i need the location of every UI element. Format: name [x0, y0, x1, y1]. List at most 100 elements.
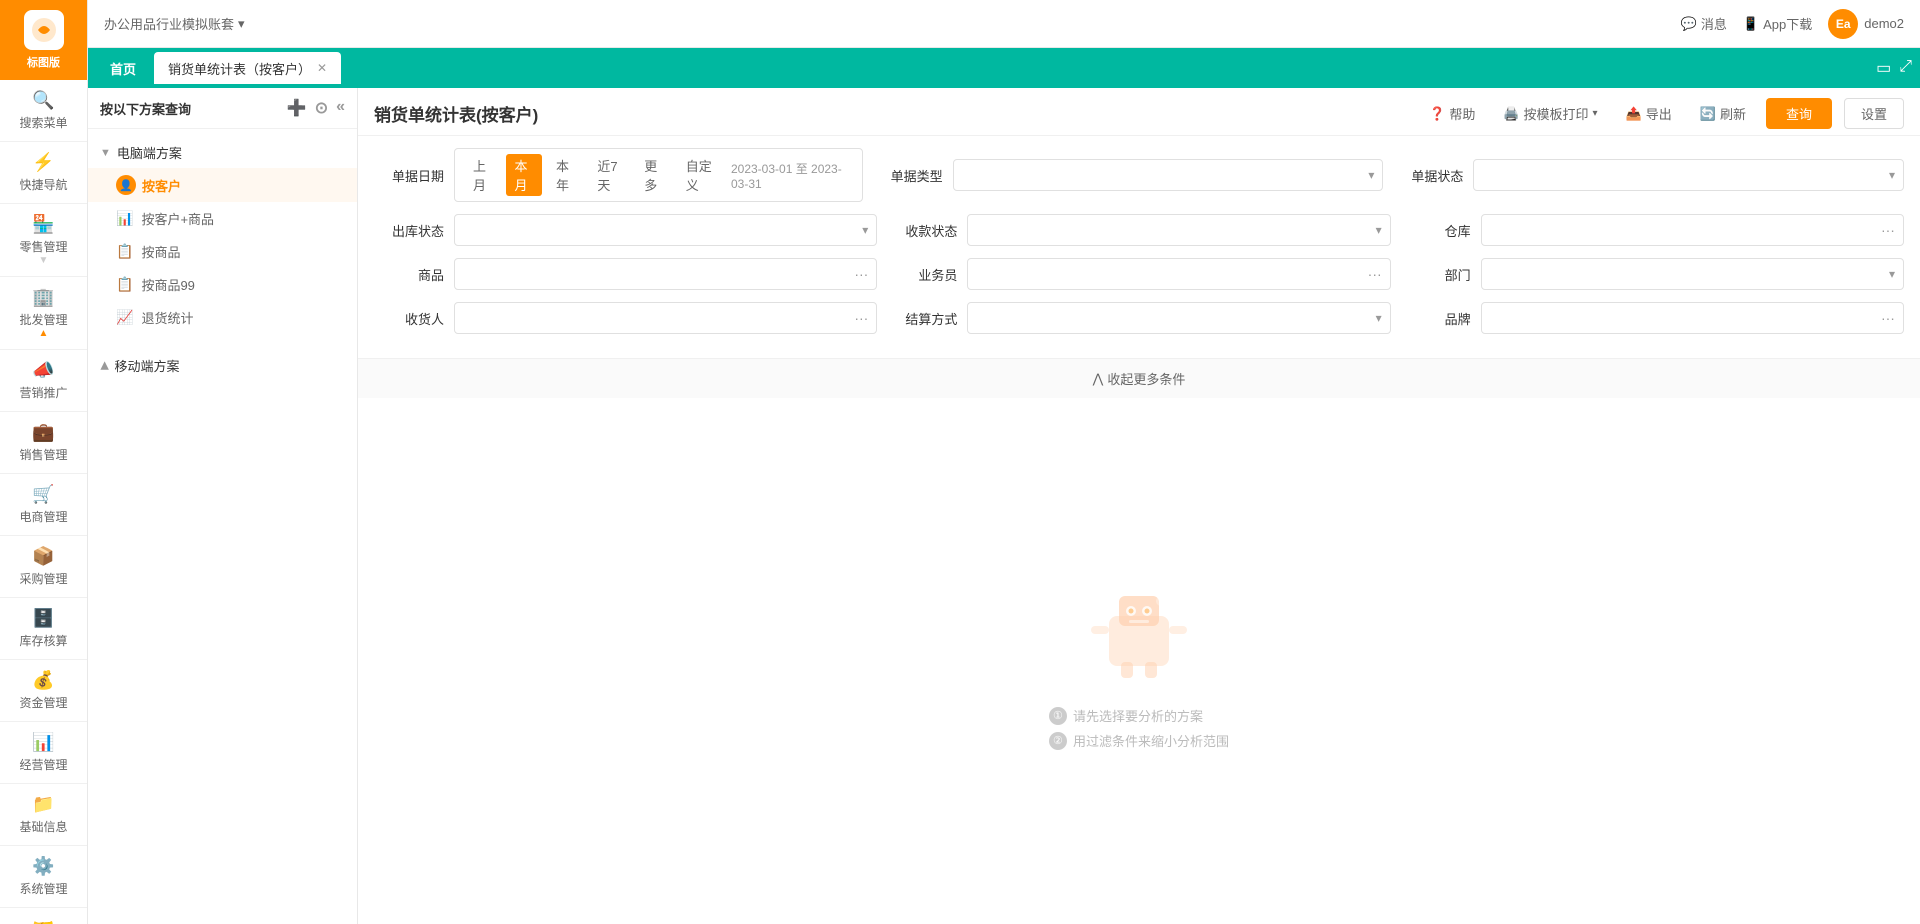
help-label: 帮助: [1449, 104, 1475, 123]
marketing-icon: 📣: [32, 360, 54, 381]
mobile-plan-label: 移动端方案: [114, 356, 179, 375]
type-dropdown-arrow: ▾: [1368, 168, 1374, 182]
receiver-filter-label: 收货人: [374, 309, 444, 328]
settings-btn[interactable]: 设置: [1844, 98, 1904, 129]
plan-item-goods[interactable]: 📋 按商品: [88, 235, 357, 268]
warehouse-filter-label: 仓库: [1401, 221, 1471, 240]
sidebar-item-enterprise[interactable]: 🤝 企业协同: [0, 908, 87, 924]
tab-close-icon[interactable]: ✕: [317, 61, 327, 75]
sidebar-item-finance[interactable]: 💰 资金管理: [0, 660, 87, 722]
mobile-plans-section: ▶ 移动端方案: [88, 342, 357, 389]
industry-selector[interactable]: 办公用品行业模拟账套 ▾: [104, 14, 245, 33]
date-tab-thismonth[interactable]: 本月: [506, 154, 541, 196]
ship-filter-control[interactable]: ▾: [454, 214, 877, 246]
receiver-filter-control[interactable]: ···: [454, 302, 877, 334]
plan-item-customer-goods[interactable]: 📊 按客户+商品: [88, 202, 357, 235]
dept-filter-control[interactable]: ▾: [1481, 258, 1904, 290]
type-filter-label: 单据类型: [873, 166, 943, 185]
sidebar-marketing-label: 营销推广: [19, 384, 67, 401]
tab-home[interactable]: 首页: [96, 52, 150, 84]
main-area: 办公用品行业模拟账套 ▾ 💬 消息 📱 App下载 Ea demo2 首页: [88, 0, 1920, 924]
collapse-panel-icon[interactable]: «: [336, 98, 345, 118]
topbar: 办公用品行业模拟账套 ▾ 💬 消息 📱 App下载 Ea demo2: [88, 0, 1920, 48]
plan-item-goods99[interactable]: 📋 按商品99: [88, 268, 357, 301]
brand-filter-control[interactable]: ···: [1481, 302, 1904, 334]
dept-filter-label: 部门: [1401, 265, 1471, 284]
add-plan-icon[interactable]: ➕: [287, 98, 307, 118]
template-print-btn[interactable]: 🖨️ 按模板打印 ▾: [1495, 100, 1605, 127]
payment-filter-control[interactable]: ▾: [967, 214, 1390, 246]
date-tab-7days[interactable]: 近7天: [589, 154, 630, 196]
tab-minimize-icon[interactable]: ▭: [1876, 58, 1891, 78]
sidebar-item-search[interactable]: 🔍 搜索菜单: [0, 80, 87, 142]
industry-name: 办公用品行业模拟账套: [104, 14, 234, 33]
warehouse-filter-control[interactable]: ···: [1481, 214, 1904, 246]
date-tab-custom[interactable]: 自定义: [678, 154, 723, 196]
tab-maximize-icon[interactable]: ⤢: [1899, 58, 1912, 78]
collapse-more-btn[interactable]: ⋀ 收起更多条件: [358, 358, 1920, 398]
query-btn[interactable]: 查询: [1766, 98, 1832, 129]
plan-item-returns-label: 退货统计: [141, 308, 193, 327]
filter-row-1: 单据日期 上月 本月 本年 近7天 更多 自定义 2023-03-01: [374, 148, 1904, 202]
system-icon: ⚙️: [32, 856, 54, 877]
tab-home-label: 首页: [110, 59, 136, 78]
refresh-btn[interactable]: 🔄 刷新: [1692, 100, 1754, 127]
search-icon: 🔍: [32, 90, 54, 111]
sidebar-purchase-label: 采购管理: [19, 570, 67, 587]
goods-filter-control[interactable]: ···: [454, 258, 877, 290]
hint-item-2: ② 用过滤条件来缩小分析范围: [1049, 731, 1229, 750]
message-label: 消息: [1701, 14, 1727, 33]
sidebar-item-marketing[interactable]: 📣 营销推广: [0, 350, 87, 412]
tab-report[interactable]: 销货单统计表（按客户） ✕: [154, 52, 341, 84]
sidebar-item-wholesale[interactable]: 🏢 批发管理 ▲: [0, 277, 87, 350]
topbar-left: 办公用品行业模拟账套 ▾: [104, 14, 245, 33]
hint-list: ① 请先选择要分析的方案 ② 用过滤条件来缩小分析范围: [1049, 706, 1229, 756]
collapse-up-icon: ⋀: [1093, 371, 1104, 387]
sidebar-item-operations[interactable]: 📊 经营管理: [0, 722, 87, 784]
receiver-ellipsis: ···: [854, 310, 868, 326]
sidebar-quicknav-label: 快捷导航: [19, 176, 67, 193]
sidebar-item-purchase[interactable]: 📦 采购管理: [0, 536, 87, 598]
settings-plan-icon[interactable]: ⊙: [315, 98, 328, 118]
sidebar-operations-label: 经营管理: [19, 756, 67, 773]
filter-row-4: 收货人 ··· 结算方式 ▾ 品牌 ···: [374, 302, 1904, 334]
sidebar-ecommerce-label: 电商管理: [19, 508, 67, 525]
export-btn[interactable]: 📤 导出: [1618, 100, 1680, 127]
avatar: Ea: [1828, 9, 1858, 39]
sidebar-item-inventory[interactable]: 🗄️ 库存核算: [0, 598, 87, 660]
plan-item-goods99-label: 按商品99: [141, 275, 194, 294]
type-filter-control[interactable]: ▾: [953, 159, 1384, 191]
sidebar-basic-label: 基础信息: [19, 818, 67, 835]
sidebar-item-retail[interactable]: 🏪 零售管理 ▼: [0, 204, 87, 277]
hint-num-2: ②: [1049, 732, 1067, 750]
basic-icon: 📁: [32, 794, 54, 815]
user-info[interactable]: Ea demo2: [1828, 9, 1904, 39]
sidebar-item-basic[interactable]: 📁 基础信息: [0, 784, 87, 846]
sidebar-item-ecommerce[interactable]: 🛒 电商管理: [0, 474, 87, 536]
hint-text-2: 用过滤条件来缩小分析范围: [1073, 731, 1229, 750]
sidebar-item-sales[interactable]: 💼 销售管理: [0, 412, 87, 474]
settle-filter-control[interactable]: ▾: [967, 302, 1390, 334]
plan-item-returns[interactable]: 📈 退货统计: [88, 301, 357, 334]
status-filter-control[interactable]: ▾: [1473, 159, 1904, 191]
brand-filter-label: 品牌: [1401, 309, 1471, 328]
plan-item-customer[interactable]: 👤 按客户: [88, 168, 357, 202]
staff-filter-control[interactable]: ···: [967, 258, 1390, 290]
brand-ellipsis: ···: [1881, 310, 1895, 326]
sidebar-retail-label: 零售管理: [19, 238, 67, 255]
plan-item-customer-label: 按客户: [142, 176, 181, 195]
topbar-right: 💬 消息 📱 App下载 Ea demo2: [1681, 9, 1904, 39]
logo-icon: [24, 10, 64, 50]
desktop-plan-group[interactable]: ▼ 电脑端方案: [88, 137, 357, 168]
plan-item-goods-label: 按商品: [141, 242, 180, 261]
app-download-btn[interactable]: 📱 App下载: [1743, 14, 1812, 33]
sidebar-item-quicknav[interactable]: ⚡ 快捷导航: [0, 142, 87, 204]
help-btn[interactable]: ❓ 帮助: [1421, 100, 1483, 127]
mobile-plan-group[interactable]: ▶ 移动端方案: [88, 350, 357, 381]
sidebar-item-system[interactable]: ⚙️ 系统管理: [0, 846, 87, 908]
date-tab-thisyear[interactable]: 本年: [548, 154, 583, 196]
date-tab-lastmonth[interactable]: 上月: [465, 154, 500, 196]
retail-icon: 🏪: [32, 214, 54, 235]
date-tab-more[interactable]: 更多: [636, 154, 671, 196]
message-btn[interactable]: 💬 消息: [1681, 14, 1727, 33]
